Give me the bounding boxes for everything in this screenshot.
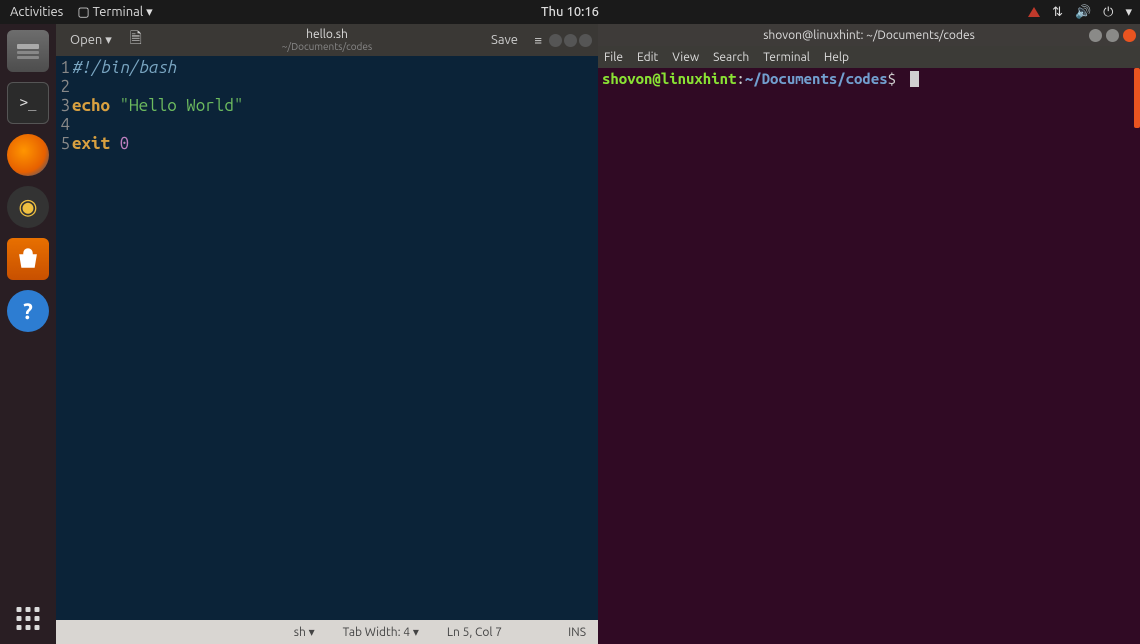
terminal-body[interactable]: shovon@linuxhint:~/Documents/codes$: [598, 68, 1140, 644]
terminal-menu-view[interactable]: View: [672, 51, 699, 64]
terminal-minimize-button[interactable]: [1089, 29, 1102, 42]
line-gutter: 12345: [56, 58, 72, 620]
activities-button[interactable]: Activities: [10, 5, 63, 19]
terminal-title: shovon@linuxhint: ~/Documents/codes: [763, 29, 975, 42]
status-cursor-pos: Ln 5, Col 7: [447, 626, 502, 639]
hamburger-menu-icon[interactable]: ≡: [534, 33, 542, 48]
terminal-menu-help[interactable]: Help: [824, 51, 849, 64]
network-icon[interactable]: ⇅: [1052, 5, 1063, 20]
terminal-maximize-button[interactable]: [1106, 29, 1119, 42]
settings-icon[interactable]: ◉: [7, 186, 49, 228]
new-document-icon[interactable]: 🗎: [130, 28, 142, 53]
terminal-menu-terminal[interactable]: Terminal: [763, 51, 810, 64]
editor-statusbar: sh ▾ Tab Width: 4 ▾ Ln 5, Col 7 INS: [56, 620, 598, 644]
status-language[interactable]: sh ▾: [294, 625, 315, 639]
prompt-user: shovon@linuxhint: [602, 70, 736, 87]
terminal-close-button[interactable]: [1123, 29, 1136, 42]
terminal-window: shovon@linuxhint: ~/Documents/codes File…: [598, 24, 1140, 644]
top-panel: Activities ▢ Terminal ▾ Thu 10:16 ⇅ 🔊 ⏻ …: [0, 0, 1140, 24]
code-content[interactable]: #!/bin/bash echo "Hello World" exit 0: [72, 58, 598, 620]
gedit-window: Open ▾ 🗎 hello.sh ~/Documents/codes Save…: [56, 24, 598, 644]
clock[interactable]: Thu 10:16: [541, 5, 599, 19]
app-menu-label: Terminal ▾: [93, 5, 153, 19]
prompt-end: $: [888, 70, 896, 87]
terminal-menu-search[interactable]: Search: [713, 51, 749, 64]
terminal-menubar: File Edit View Search Terminal Help: [598, 46, 1140, 68]
minimize-button[interactable]: [549, 34, 562, 47]
terminal-icon: ▢: [77, 5, 89, 19]
editor-title: hello.sh ~/Documents/codes: [282, 28, 373, 52]
editor-textarea[interactable]: 12345 #!/bin/bash echo "Hello World" exi…: [56, 56, 598, 620]
prompt-sep: :: [736, 70, 744, 87]
open-button[interactable]: Open ▾: [62, 30, 120, 51]
help-icon[interactable]: ?: [7, 290, 49, 332]
close-button[interactable]: [579, 34, 592, 47]
status-insert-mode: INS: [568, 626, 586, 639]
status-tabwidth[interactable]: Tab Width: 4 ▾: [343, 625, 419, 639]
prompt-path: ~/Documents/codes: [745, 70, 888, 87]
files-icon[interactable]: [7, 30, 49, 72]
terminal-titlebar: shovon@linuxhint: ~/Documents/codes: [598, 24, 1140, 46]
maximize-button[interactable]: [564, 34, 577, 47]
volume-icon[interactable]: 🔊: [1075, 5, 1091, 20]
firefox-icon[interactable]: [7, 134, 49, 176]
terminal-launcher-icon[interactable]: >_: [7, 82, 49, 124]
editor-headerbar: Open ▾ 🗎 hello.sh ~/Documents/codes Save…: [56, 24, 598, 56]
terminal-menu-file[interactable]: File: [604, 51, 623, 64]
software-center-icon[interactable]: [7, 238, 49, 280]
terminal-cursor: [910, 71, 919, 87]
warning-icon[interactable]: [1028, 7, 1040, 17]
save-button[interactable]: Save: [491, 33, 518, 47]
editor-filepath: ~/Documents/codes: [282, 41, 373, 52]
terminal-menu-edit[interactable]: Edit: [637, 51, 658, 64]
editor-filename: hello.sh: [282, 28, 373, 41]
power-icon[interactable]: ⏻: [1103, 5, 1113, 20]
terminal-scrollbar[interactable]: [1134, 68, 1140, 128]
show-applications-icon[interactable]: [17, 607, 40, 630]
app-menu[interactable]: ▢ Terminal ▾: [77, 5, 152, 20]
system-menu-chevron-icon[interactable]: ▾: [1125, 5, 1132, 20]
launcher-dock: >_ ◉ ?: [0, 24, 56, 644]
